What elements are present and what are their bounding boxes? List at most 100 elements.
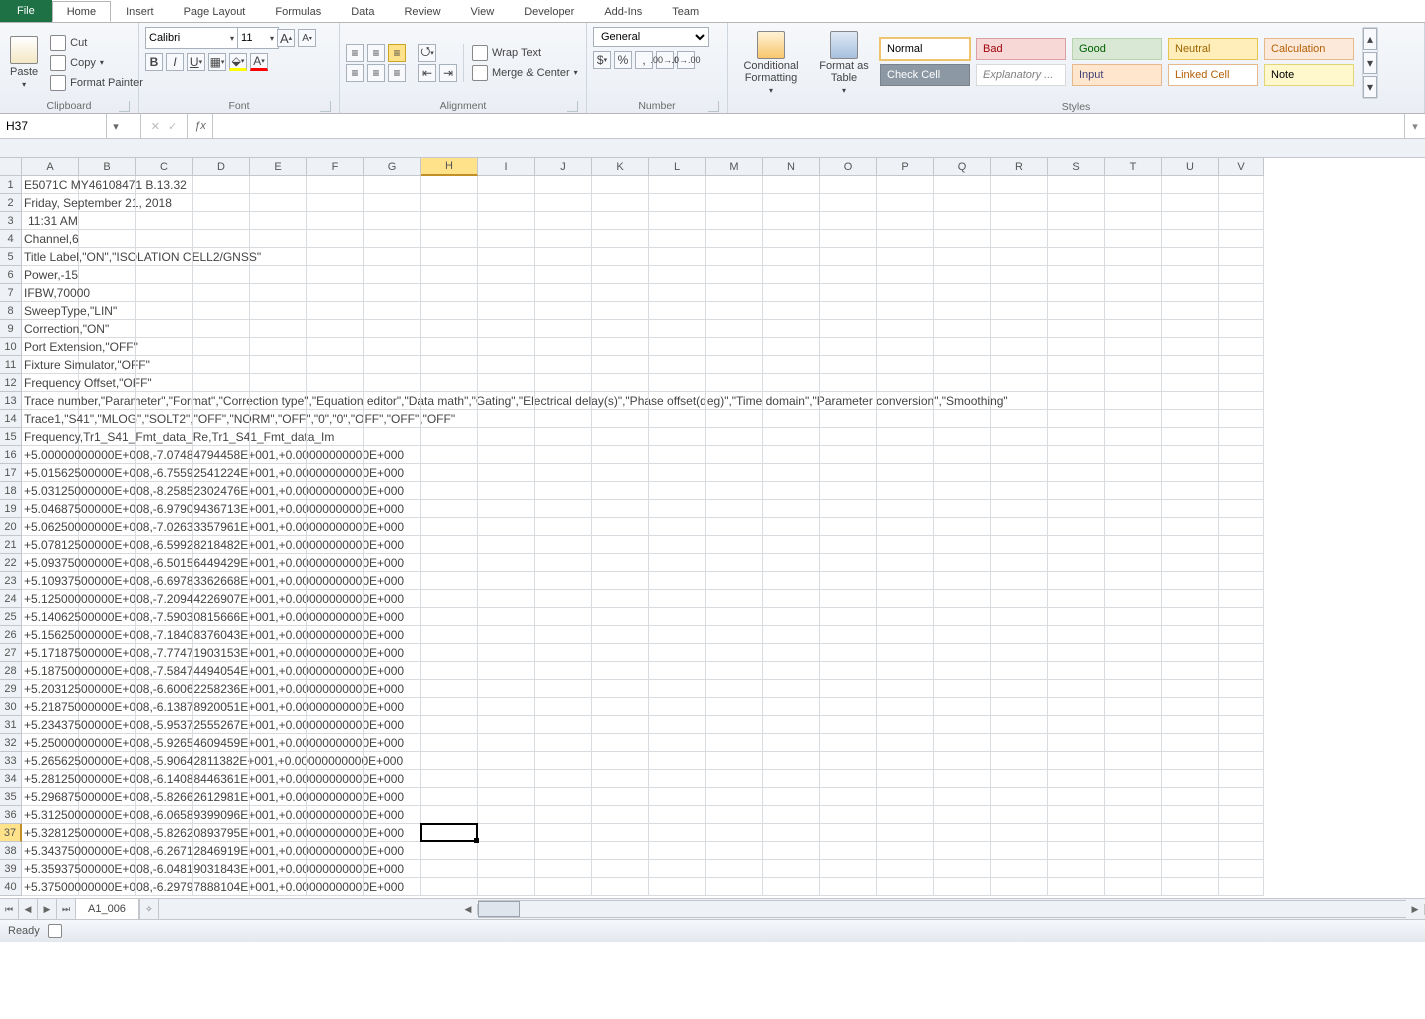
row-header-19[interactable]: 19 — [0, 500, 22, 518]
row-header-16[interactable]: 16 — [0, 446, 22, 464]
row-header-15[interactable]: 15 — [0, 428, 22, 446]
cell[interactable] — [136, 212, 193, 230]
row-header-21[interactable]: 21 — [0, 536, 22, 554]
cell[interactable] — [1162, 680, 1219, 698]
cell[interactable] — [991, 734, 1048, 752]
col-header-D[interactable]: D — [193, 158, 250, 176]
cell[interactable] — [79, 806, 136, 824]
cell[interactable] — [193, 662, 250, 680]
cell[interactable] — [193, 212, 250, 230]
cell[interactable]: Power,-15 — [22, 266, 79, 284]
cell[interactable] — [706, 554, 763, 572]
cut-button[interactable]: Cut — [48, 34, 145, 52]
cell[interactable]: +5.20312500000E+008,-6.60062258236E+001,… — [22, 680, 79, 698]
name-box-input[interactable] — [0, 119, 106, 133]
cell[interactable] — [991, 608, 1048, 626]
cell[interactable] — [592, 536, 649, 554]
cell[interactable]: +5.12500000000E+008,-7.20944226907E+001,… — [22, 590, 79, 608]
sheet-nav-first[interactable]: ⏮ — [0, 899, 19, 919]
cell[interactable] — [421, 590, 478, 608]
cell[interactable] — [991, 194, 1048, 212]
cell[interactable] — [1048, 662, 1105, 680]
cell[interactable] — [79, 716, 136, 734]
col-header-R[interactable]: R — [991, 158, 1048, 176]
cell[interactable] — [478, 356, 535, 374]
cell[interactable] — [478, 338, 535, 356]
cell[interactable] — [421, 860, 478, 878]
cell[interactable] — [1219, 554, 1264, 572]
copy-button[interactable]: Copy▾ — [48, 54, 145, 72]
cell[interactable] — [136, 644, 193, 662]
cell[interactable] — [877, 608, 934, 626]
cell[interactable] — [592, 410, 649, 428]
cell[interactable] — [1105, 752, 1162, 770]
cell[interactable] — [250, 644, 307, 662]
col-header-E[interactable]: E — [250, 158, 307, 176]
cell[interactable] — [79, 842, 136, 860]
tab-add-ins[interactable]: Add-Ins — [589, 1, 657, 22]
cell[interactable] — [1048, 374, 1105, 392]
cell[interactable] — [1105, 878, 1162, 896]
cell[interactable] — [649, 806, 706, 824]
cell[interactable] — [79, 356, 136, 374]
cell[interactable] — [478, 230, 535, 248]
cell[interactable] — [763, 374, 820, 392]
cell[interactable]: +5.14062500000E+008,-7.59030815666E+001,… — [22, 608, 79, 626]
cell[interactable] — [478, 392, 535, 410]
cell[interactable] — [820, 266, 877, 284]
cell[interactable] — [991, 644, 1048, 662]
cell[interactable] — [307, 212, 364, 230]
cell[interactable] — [1105, 392, 1162, 410]
style-cell-bad[interactable]: Bad — [976, 38, 1066, 60]
cell[interactable] — [934, 500, 991, 518]
cell[interactable] — [364, 284, 421, 302]
row-header-9[interactable]: 9 — [0, 320, 22, 338]
cell[interactable] — [820, 608, 877, 626]
cell[interactable] — [364, 374, 421, 392]
cell[interactable] — [706, 626, 763, 644]
cell[interactable] — [592, 572, 649, 590]
cell[interactable] — [193, 284, 250, 302]
cell[interactable] — [307, 284, 364, 302]
row-header-14[interactable]: 14 — [0, 410, 22, 428]
increase-indent-button[interactable]: ⇥ — [439, 64, 457, 82]
cell[interactable] — [877, 302, 934, 320]
cell[interactable] — [820, 194, 877, 212]
cell[interactable] — [763, 878, 820, 896]
cell[interactable] — [877, 230, 934, 248]
row-header-34[interactable]: 34 — [0, 770, 22, 788]
cell[interactable] — [763, 662, 820, 680]
col-header-Q[interactable]: Q — [934, 158, 991, 176]
cell[interactable] — [535, 878, 592, 896]
cell[interactable] — [934, 374, 991, 392]
cell[interactable] — [535, 320, 592, 338]
cell[interactable] — [421, 230, 478, 248]
cell[interactable] — [421, 518, 478, 536]
cell[interactable] — [592, 212, 649, 230]
cell[interactable] — [250, 500, 307, 518]
cell[interactable] — [478, 482, 535, 500]
cell[interactable]: +5.10937500000E+008,-6.69783362668E+001,… — [22, 572, 79, 590]
cell[interactable] — [478, 716, 535, 734]
cell[interactable] — [535, 374, 592, 392]
cell[interactable] — [991, 266, 1048, 284]
cell[interactable] — [991, 752, 1048, 770]
cell[interactable] — [136, 698, 193, 716]
cell[interactable] — [706, 518, 763, 536]
cell[interactable] — [763, 212, 820, 230]
cell[interactable] — [763, 788, 820, 806]
cell[interactable] — [421, 698, 478, 716]
cell[interactable] — [592, 248, 649, 266]
cell[interactable] — [877, 338, 934, 356]
font-size-input[interactable] — [237, 27, 279, 49]
col-header-U[interactable]: U — [1162, 158, 1219, 176]
cell[interactable] — [1048, 680, 1105, 698]
cell[interactable] — [250, 842, 307, 860]
cell[interactable] — [1162, 626, 1219, 644]
cell[interactable] — [136, 428, 193, 446]
tab-insert[interactable]: Insert — [111, 1, 169, 22]
cell[interactable] — [535, 644, 592, 662]
cell[interactable] — [649, 212, 706, 230]
cell[interactable] — [250, 716, 307, 734]
cell[interactable] — [763, 680, 820, 698]
